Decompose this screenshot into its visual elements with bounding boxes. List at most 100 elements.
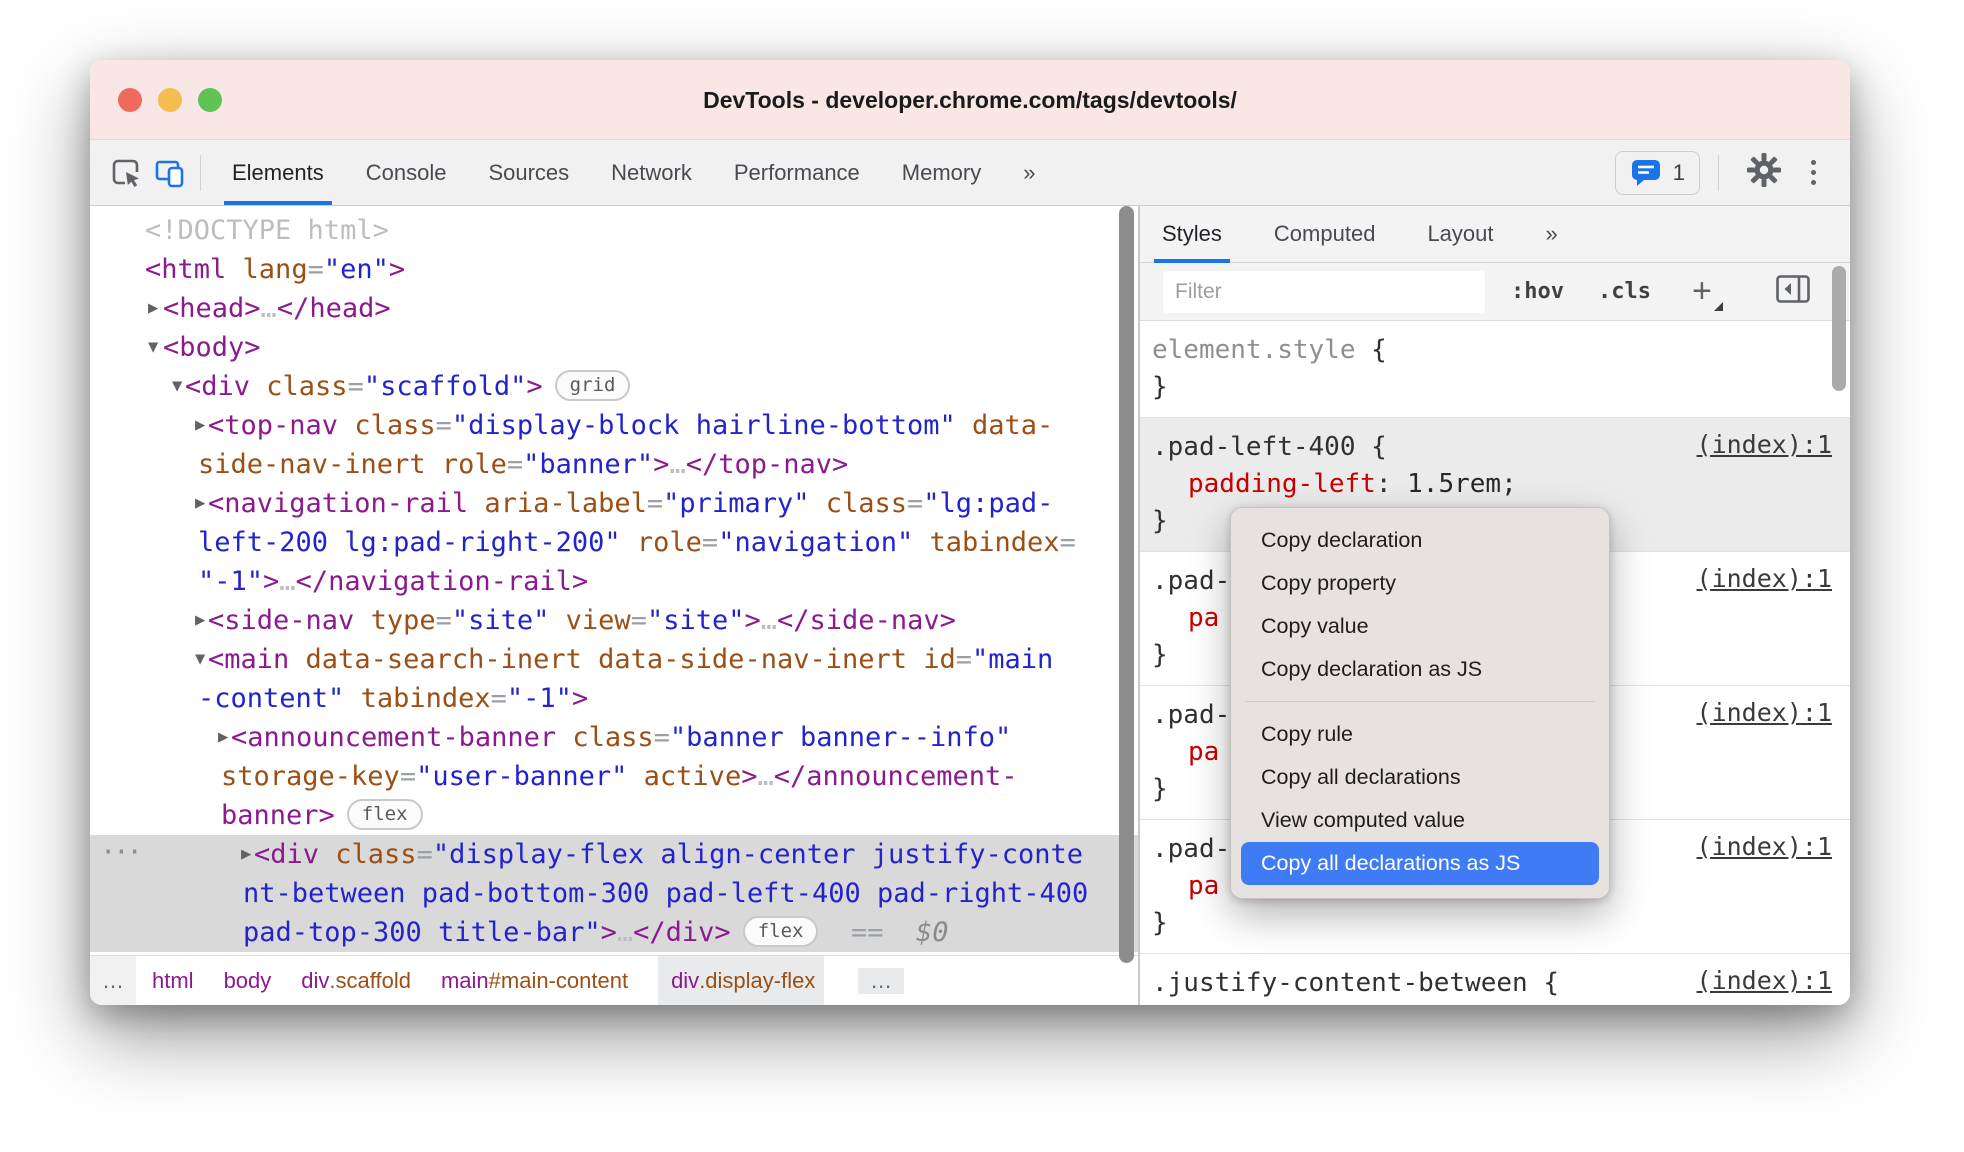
flex-badge[interactable]: flex <box>346 799 423 830</box>
dom-tree-row[interactable]: left-200 lg:pad-right-200" role="navigat… <box>90 523 1138 562</box>
css-declaration-line[interactable]: } <box>1140 369 1850 406</box>
dom-tree-row[interactable]: ▼ <main data-search-inert data-side-nav-i… <box>90 640 1138 679</box>
dom-tree-row[interactable]: ▶ <top-nav class="display-block hairline-… <box>90 406 1138 445</box>
collapsed-arrow-icon[interactable]: ▶ <box>241 835 251 874</box>
tab-sources[interactable]: Sources <box>467 140 590 205</box>
context-menu-item-copy-declaration[interactable]: Copy declaration <box>1231 519 1609 562</box>
dom-tree-row[interactable]: storage-key="user-banner" active>…</anno… <box>90 757 1138 796</box>
breadcrumb-item-mainmain-content[interactable]: main #main-content <box>441 956 628 1005</box>
breadcrumb-item-divscaffold[interactable]: div .scaffold <box>301 956 411 1005</box>
context-menu-item-copy-declaration-as-js[interactable]: Copy declaration as JS <box>1231 648 1609 691</box>
context-menu-item-view-computed-value[interactable]: View computed value <box>1231 799 1609 842</box>
css-declaration-line[interactable]: justify-content: space-between; <box>1140 1002 1850 1005</box>
code-token: class <box>335 839 417 870</box>
collapsed-arrow-icon[interactable]: ▶ <box>148 289 158 328</box>
kebab-icon <box>1811 160 1816 165</box>
device-toolbar-icon[interactable] <box>148 151 192 195</box>
sidebar-tab-layout[interactable]: Layout <box>1427 206 1493 262</box>
code-token: > <box>526 371 543 402</box>
dom-tree-row[interactable]: -content" tabindex="-1"> <box>90 679 1138 718</box>
css-declaration-line[interactable]: element.style { <box>1140 332 1850 369</box>
collapsed-arrow-icon[interactable]: ▶ <box>195 601 205 640</box>
styles-filter-row: :hov .cls + <box>1140 263 1850 321</box>
dom-tree-row[interactable]: <html lang="en"> <box>90 250 1138 289</box>
stylesheet-source-link[interactable]: (index):1 <box>1697 430 1832 459</box>
stylesheet-source-link[interactable]: (index):1 <box>1697 564 1832 593</box>
more-options-button[interactable] <box>1811 160 1816 185</box>
dom-tree-row[interactable]: <!DOCTYPE html> <box>90 211 1138 250</box>
dom-tree-row[interactable]: ▶ <head>…</head> <box>90 289 1138 328</box>
dom-tree-row[interactable]: "-1">…</navigation-rail> <box>90 562 1138 601</box>
tab-memory[interactable]: Memory <box>881 140 1002 205</box>
context-menu-item-copy-value[interactable]: Copy value <box>1231 605 1609 648</box>
flex-badge[interactable]: flex <box>742 916 819 947</box>
breadcrumb-item-html[interactable]: html <box>152 956 194 1005</box>
dom-tree-row-selected[interactable]: ··· ▶ <div class="display-flex align-cente… <box>90 835 1138 874</box>
dom-tree: <!DOCTYPE html> <html lang="en"> ▶ <head>…<… <box>90 206 1138 955</box>
expanded-arrow-icon[interactable]: ▼ <box>195 640 205 679</box>
breadcrumb-item-divdisplay-flex[interactable]: div .display-flex <box>658 956 825 1005</box>
code-token: class <box>354 410 436 441</box>
dom-scrollbar-thumb[interactable] <box>1119 206 1134 963</box>
stylesheet-source-link[interactable]: (index):1 <box>1697 698 1832 727</box>
code-token: <!DOCTYPE html> <box>145 215 389 246</box>
code-token: </announcement- <box>773 761 1018 792</box>
stylesheet-source-link[interactable]: (index):1 <box>1697 966 1832 995</box>
code-token: > <box>388 254 406 285</box>
breadcrumb-overflow-right[interactable]: … <box>858 967 905 994</box>
settings-button[interactable] <box>1745 151 1783 194</box>
dom-tree-row[interactable]: side-nav-inert role="banner">…</top-nav> <box>90 445 1138 484</box>
tab-performance[interactable]: Performance <box>713 140 881 205</box>
dom-tree-row[interactable]: ▶ <announcement-banner class="banner bann… <box>90 718 1138 757</box>
dom-tree-row[interactable]: ▼ <body> <box>90 328 1138 367</box>
context-menu-item-copy-all-declarations-as-js[interactable]: Copy all declarations as JS <box>1241 842 1599 885</box>
expanded-arrow-icon[interactable]: ▼ <box>148 328 158 367</box>
dom-tree-row-selected[interactable]: pad-top-300 title-bar">…</div> flex == $0 <box>90 913 1138 952</box>
sidebar-tab-more[interactable]: » <box>1546 206 1558 262</box>
collapsed-arrow-icon[interactable]: ▶ <box>218 718 228 757</box>
grid-badge[interactable]: grid <box>554 370 631 401</box>
context-menu-item-copy-property[interactable]: Copy property <box>1231 562 1609 605</box>
tab-elements[interactable]: Elements <box>211 140 345 205</box>
context-menu-item-copy-rule[interactable]: Copy rule <box>1231 713 1609 756</box>
menu-separator <box>1245 701 1595 702</box>
code-token: "banner" <box>523 449 654 480</box>
issues-button[interactable]: 1 <box>1614 150 1700 195</box>
styles-filter-input[interactable] <box>1163 270 1485 313</box>
css-declaration-line[interactable]: } <box>1140 905 1850 942</box>
sidebar-tab-computed[interactable]: Computed <box>1274 206 1376 262</box>
code-token: = <box>435 410 452 441</box>
context-menu-item-copy-all-declarations[interactable]: Copy all declarations <box>1231 756 1609 799</box>
css-rule[interactable]: element.style {} <box>1140 321 1850 418</box>
dom-tree-row-selected[interactable]: nt-between pad-bottom-300 pad-left-400 p… <box>90 874 1138 913</box>
sidebar-toggle-button[interactable] <box>1775 274 1811 309</box>
code-token: } <box>1152 908 1168 938</box>
tab-network[interactable]: Network <box>590 140 713 205</box>
inspect-element-icon[interactable] <box>104 151 148 195</box>
sidebar-tab-styles[interactable]: Styles <box>1154 206 1230 263</box>
row-menu-dots-icon[interactable]: ··· <box>100 835 143 871</box>
new-style-rule-button[interactable]: + <box>1687 274 1723 311</box>
breadcrumb-item-body[interactable]: body <box>224 956 272 1005</box>
stylesheet-source-link[interactable]: (index):1 <box>1697 832 1832 861</box>
toggle-class-button[interactable]: .cls <box>1598 279 1651 304</box>
code-token: "user-banner" <box>416 761 628 792</box>
css-rule[interactable]: (index):1 .justify-content-between {justi… <box>1140 954 1850 1005</box>
tab-console[interactable]: Console <box>345 140 468 205</box>
collapsed-arrow-icon[interactable]: ▶ <box>195 406 205 445</box>
elements-panel: <!DOCTYPE html> <html lang="en"> ▶ <head>…<… <box>90 206 1138 1005</box>
dom-tree-row[interactable]: ▶ <side-nav type="site" view="site">…</si… <box>90 601 1138 640</box>
toggle-hover-state-button[interactable]: :hov <box>1511 279 1564 304</box>
css-declaration-line[interactable]: padding-left: 1.5rem; <box>1140 466 1850 503</box>
breadcrumb-overflow-left[interactable]: … <box>90 956 136 1005</box>
tab-[interactable]: » <box>1002 140 1056 205</box>
dom-tree-row[interactable]: ▶ <navigation-rail aria-label="primary" c… <box>90 484 1138 523</box>
dom-tree-row[interactable]: ▼ <div class="scaffold"> grid <box>90 367 1138 406</box>
expanded-arrow-icon[interactable]: ▼ <box>172 367 182 406</box>
styles-scrollbar-thumb[interactable] <box>1832 266 1846 391</box>
code-token: <announcement-banner <box>231 722 573 753</box>
code-token: active <box>627 761 742 792</box>
dom-tree-row[interactable]: banner> flex <box>90 796 1138 835</box>
collapsed-arrow-icon[interactable]: ▶ <box>195 484 205 523</box>
code-token: <div <box>185 371 267 402</box>
